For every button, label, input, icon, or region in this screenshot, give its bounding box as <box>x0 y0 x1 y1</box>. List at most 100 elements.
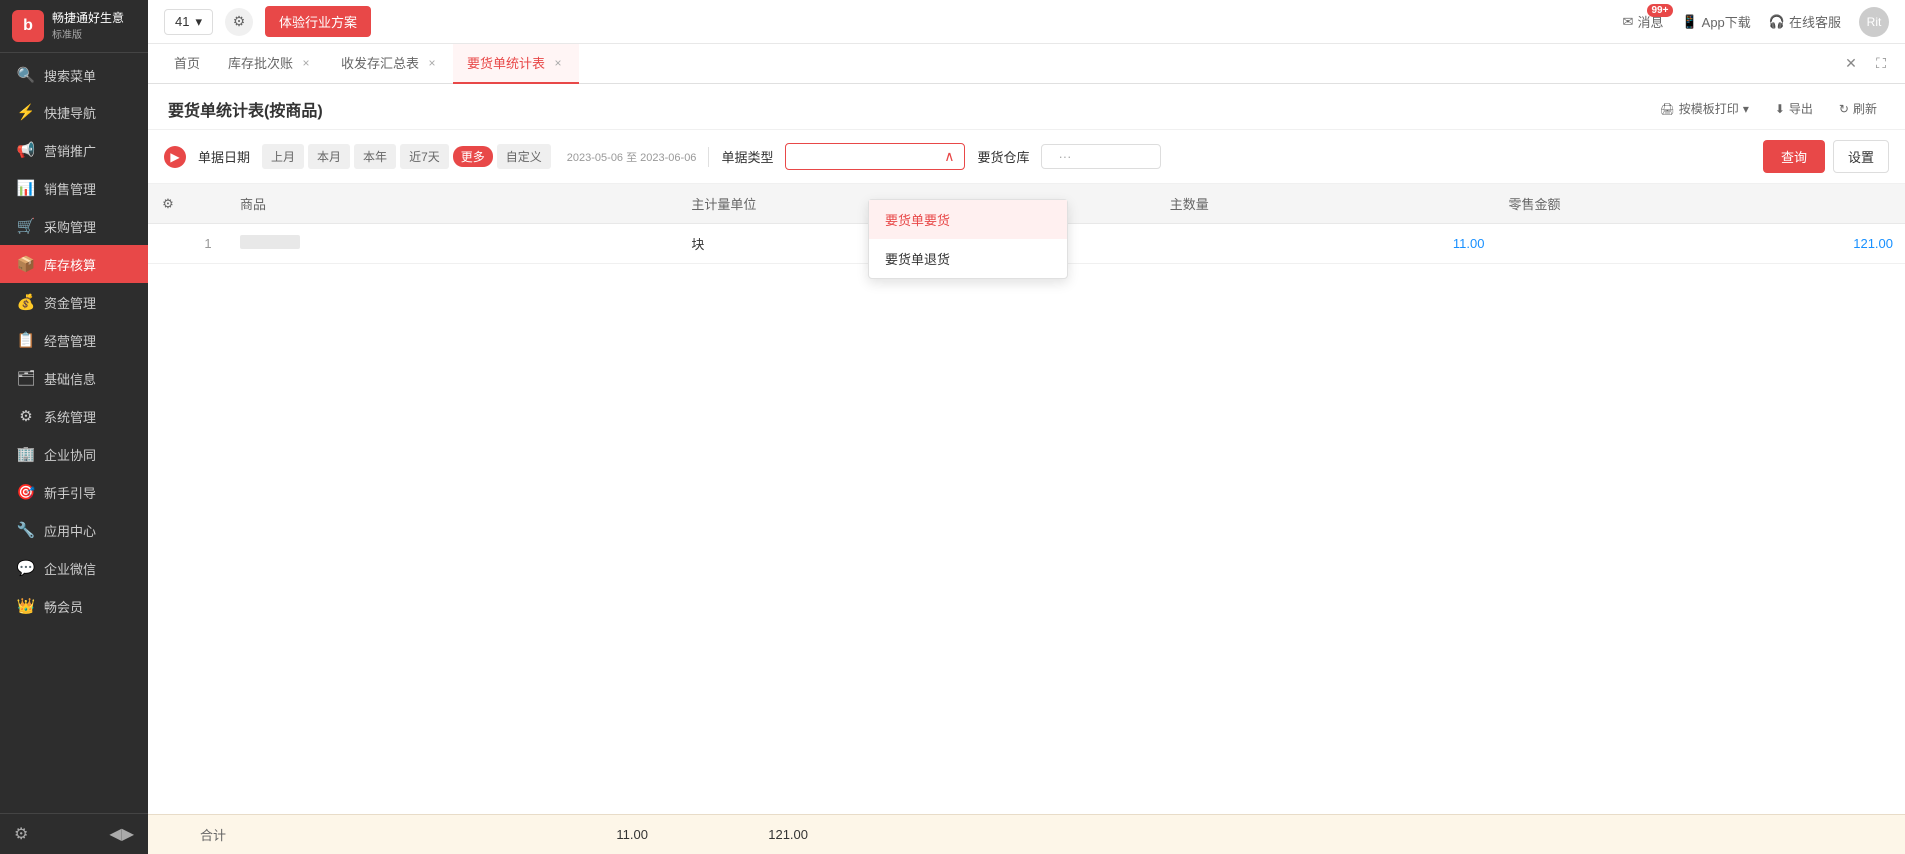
tab-order-summary[interactable]: 要货单统计表 × <box>453 44 579 84</box>
tab-recv-summary[interactable]: 收发存汇总表 × <box>327 44 453 84</box>
warehouse-filter-input[interactable]: ··· <box>1041 144 1161 169</box>
service-icon: 🎧 <box>1769 14 1785 30</box>
print-button[interactable]: 🖨 按模板打印 ▾ <box>1652 96 1757 121</box>
app-logo-icon: b <box>12 10 44 42</box>
app-center-icon: 🔧 <box>16 520 36 540</box>
user-avatar[interactable]: Rit <box>1859 7 1889 37</box>
topbar-settings-button[interactable]: ⚙ <box>225 8 253 36</box>
operations-icon: 📋 <box>16 330 36 350</box>
type-filter-select[interactable]: ∧ <box>785 143 965 170</box>
col-amount: 零售金额 <box>1496 184 1905 224</box>
app-download-button[interactable]: 📱 App下载 <box>1681 12 1750 31</box>
settings-button[interactable]: 设置 <box>1833 140 1889 173</box>
message-icon: ✉ <box>1623 14 1634 30</box>
sidebar: b 畅捷通好生意 标准版 🔍 搜索菜单 ⚡ 快捷导航 📢 营销推广 📊 销售管理… <box>0 0 148 854</box>
filter-expand-button[interactable]: ▶ <box>164 146 186 168</box>
date-btn-this-year[interactable]: 本年 <box>354 144 396 169</box>
sidebar-item-inventory[interactable]: 📦 库存核算 <box>0 245 148 283</box>
page-actions: 🖨 按模板打印 ▾ ⬇ 导出 ↻ 刷新 <box>1652 96 1885 121</box>
table-settings-icon[interactable]: ⚙ <box>162 196 174 211</box>
online-service-button[interactable]: 🎧 在线客服 <box>1769 12 1841 31</box>
trial-button[interactable]: 体验行业方案 <box>265 6 371 37</box>
tab-close-recv-summary[interactable]: × <box>425 56 439 70</box>
sidebar-search[interactable]: 🔍 搜索菜单 <box>0 57 148 93</box>
tab-close-order-summary[interactable]: × <box>551 56 565 70</box>
print-dropdown-icon: ▾ <box>1743 102 1749 116</box>
query-button[interactable]: 查询 <box>1763 140 1825 173</box>
date-btn-last-month[interactable]: 上月 <box>262 144 304 169</box>
sidebar-item-app-center[interactable]: 🔧 应用中心 <box>0 511 148 549</box>
sidebar-item-marketing[interactable]: 📢 营销推广 <box>0 131 148 169</box>
wechat-icon: 💬 <box>16 558 36 578</box>
date-filter-label: 单据日期 <box>198 147 250 166</box>
page-content: 要货单统计表(按商品) 🖨 按模板打印 ▾ ⬇ 导出 ↻ 刷新 ▶ <box>148 84 1905 854</box>
date-btn-7days[interactable]: 近7天 <box>400 144 449 169</box>
topbar: 41 ▾ ⚙ 体验行业方案 ✉ 消息 99+ 📱 App下载 🎧 在线客服 Ri… <box>148 0 1905 44</box>
col-product: 商品 <box>228 184 679 224</box>
sidebar-item-finance[interactable]: 💰 资金管理 <box>0 283 148 321</box>
type-filter-clear[interactable]: ∧ <box>944 148 954 165</box>
company-selector-chevron: ▾ <box>195 14 202 30</box>
tabbar-actions: ✕ ⛶ <box>1839 52 1893 76</box>
page-header: 要货单统计表(按商品) 🖨 按模板打印 ▾ ⬇ 导出 ↻ 刷新 <box>148 84 1905 130</box>
tab-home[interactable]: 首页 <box>160 44 214 84</box>
col-index <box>188 184 228 224</box>
tabbar-close-all-button[interactable]: ✕ <box>1839 52 1863 76</box>
sidebar-item-enterprise[interactable]: 🏢 企业协同 <box>0 435 148 473</box>
date-buttons: 上月 本月 本年 近7天 更多 自定义 <box>262 144 551 169</box>
sidebar-item-sales[interactable]: 📊 销售管理 <box>0 169 148 207</box>
filter-actions: 查询 设置 <box>1763 140 1889 173</box>
product-placeholder <box>240 235 300 249</box>
sidebar-item-purchase[interactable]: 🛒 采购管理 <box>0 207 148 245</box>
dropdown-item-order-goods[interactable]: 要货单要货 <box>869 200 1067 239</box>
footer-amount: 121.00 <box>740 827 820 842</box>
date-btn-this-month[interactable]: 本月 <box>308 144 350 169</box>
row-settings-cell <box>148 224 188 264</box>
footer-collapse-icon[interactable]: ◀▶ <box>109 824 134 844</box>
type-filter-label: 单据类型 <box>721 147 773 166</box>
tabbar: 首页 库存批次账 × 收发存汇总表 × 要货单统计表 × ✕ ⛶ <box>148 44 1905 84</box>
marketing-icon: 📢 <box>16 140 36 160</box>
export-icon: ⬇ <box>1775 102 1785 116</box>
row-product-cell <box>228 224 679 264</box>
topbar-left: 41 ▾ ⚙ 体验行业方案 <box>164 6 1623 37</box>
row-amount-cell[interactable]: 121.00 <box>1496 224 1905 264</box>
col-settings: ⚙ <box>148 184 188 224</box>
sidebar-item-shortcut[interactable]: ⚡ 快捷导航 <box>0 93 148 131</box>
footer-label: 合计 <box>160 825 380 844</box>
tabbar-expand-button[interactable]: ⛶ <box>1869 52 1893 76</box>
messages-button[interactable]: ✉ 消息 99+ <box>1623 12 1664 31</box>
messages-badge: 99+ <box>1647 4 1674 17</box>
main-content: 41 ▾ ⚙ 体验行业方案 ✉ 消息 99+ 📱 App下载 🎧 在线客服 Ri… <box>148 0 1905 854</box>
system-icon: ⚙ <box>16 406 36 426</box>
sidebar-item-basic[interactable]: 🗂 基础信息 <box>0 359 148 397</box>
filter-bar: ▶ 单据日期 上月 本月 本年 近7天 更多 自定义 2023-05-06 至 … <box>148 130 1905 184</box>
export-button[interactable]: ⬇ 导出 <box>1767 96 1821 121</box>
sidebar-item-wechat[interactable]: 💬 企业微信 <box>0 549 148 587</box>
filter-divider <box>708 147 709 167</box>
print-icon: 🖨 <box>1660 102 1675 116</box>
company-number: 41 <box>175 14 189 29</box>
inventory-icon: 📦 <box>16 254 36 274</box>
sidebar-item-operations[interactable]: 📋 经营管理 <box>0 321 148 359</box>
dropdown-item-order-return[interactable]: 要货单退货 <box>869 239 1067 278</box>
sidebar-nav: 🔍 搜索菜单 ⚡ 快捷导航 📢 营销推广 📊 销售管理 🛒 采购管理 📦 库存核… <box>0 53 148 813</box>
app-download-icon: 📱 <box>1681 14 1697 30</box>
refresh-button[interactable]: ↻ 刷新 <box>1831 96 1885 121</box>
sidebar-item-member[interactable]: 👑 畅会员 <box>0 587 148 625</box>
enterprise-icon: 🏢 <box>16 444 36 464</box>
col-quantity: 主数量 <box>1158 184 1497 224</box>
tab-close-inventory-batch[interactable]: × <box>299 56 313 70</box>
type-dropdown: 要货单要货 要货单退货 <box>868 199 1068 279</box>
sidebar-item-guide[interactable]: 🎯 新手引导 <box>0 473 148 511</box>
date-btn-more[interactable]: 更多 <box>453 146 493 167</box>
sidebar-item-system[interactable]: ⚙ 系统管理 <box>0 397 148 435</box>
warehouse-more-icon[interactable]: ··· <box>1058 149 1071 164</box>
tab-inventory-batch[interactable]: 库存批次账 × <box>214 44 327 84</box>
row-quantity-cell[interactable]: 11.00 <box>1158 224 1497 264</box>
date-btn-custom[interactable]: 自定义 <box>497 144 551 169</box>
company-selector[interactable]: 41 ▾ <box>164 9 213 35</box>
guide-icon: 🎯 <box>16 482 36 502</box>
date-range-display: 2023-05-06 至 2023-06-06 <box>567 149 697 165</box>
footer-settings-icon[interactable]: ⚙ <box>14 824 28 844</box>
